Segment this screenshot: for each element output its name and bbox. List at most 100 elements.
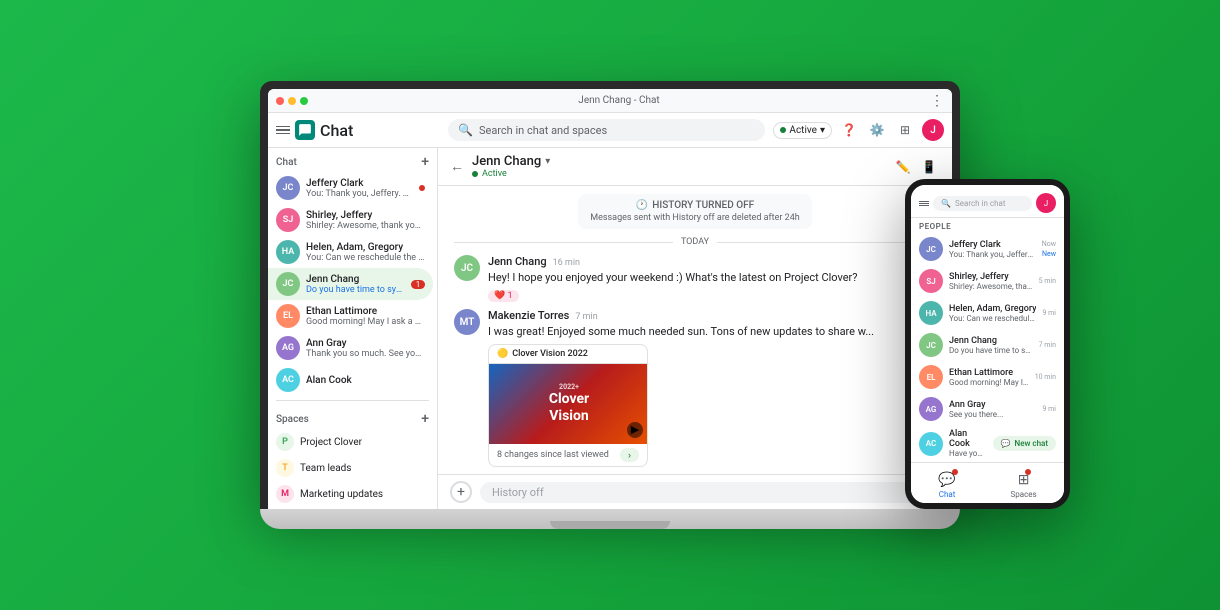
input-placeholder: History off bbox=[492, 486, 544, 499]
status-badge[interactable]: Active ▾ bbox=[773, 122, 832, 139]
chat-input-area: + History off bbox=[438, 474, 952, 509]
space-item-marketing[interactable]: M Marketing updates bbox=[268, 481, 437, 507]
chat-item-ethan[interactable]: EL Ethan Lattimore Good morning! May I a… bbox=[268, 300, 433, 332]
phone-avatar: JC bbox=[919, 333, 943, 357]
window-controls bbox=[276, 97, 308, 105]
chat-header-info: Jenn Chang ▾ Active bbox=[472, 154, 884, 179]
user-avatar[interactable]: J bbox=[922, 119, 944, 141]
chat-item-ann[interactable]: AG Ann Gray Thank you so much. See you t… bbox=[268, 332, 433, 364]
apps-icon[interactable]: ⊞ bbox=[894, 119, 916, 141]
chat-tab-dot bbox=[952, 469, 958, 475]
chat-item-jeffery[interactable]: JC Jeffery Clark You: Thank you, Jeffery… bbox=[268, 172, 433, 204]
chat-section-label: Chat bbox=[276, 157, 297, 168]
video-call-icon[interactable]: 📱 bbox=[918, 156, 940, 178]
chat-add-btn[interactable]: + bbox=[421, 154, 429, 170]
day-label: TODAY bbox=[681, 237, 709, 247]
search-bar[interactable]: 🔍 Search in chat and spaces bbox=[448, 119, 765, 141]
msg-avatar: JC bbox=[454, 255, 480, 281]
minimize-btn[interactable] bbox=[288, 97, 296, 105]
chat-name: Ann Gray bbox=[306, 338, 425, 349]
phone-device: 🔍 Search in chat J PEOPLE JC Jeffery Cla… bbox=[905, 179, 1070, 509]
space-name: Marketing updates bbox=[300, 489, 383, 500]
new-chat-icon: 💬 bbox=[1001, 439, 1011, 448]
space-icon: T bbox=[276, 459, 294, 477]
avatar: JC bbox=[276, 176, 300, 200]
edit-icon[interactable]: ✏️ bbox=[892, 156, 914, 178]
help-icon[interactable]: ❓ bbox=[838, 119, 860, 141]
avatar: SJ bbox=[276, 208, 300, 232]
phone-avatar: AC bbox=[919, 432, 943, 456]
hamburger-menu[interactable] bbox=[276, 126, 290, 135]
phone-chat-meta: 7 min bbox=[1039, 341, 1056, 349]
attachment-changes: 8 changes since last viewed bbox=[497, 450, 609, 460]
msg-header: Makenzie Torres 7 min bbox=[488, 309, 936, 322]
add-attachment-btn[interactable]: + bbox=[450, 481, 472, 503]
space-item-teamleads[interactable]: T Team leads bbox=[268, 455, 437, 481]
reaction-badge[interactable]: ❤️ 1 bbox=[488, 290, 519, 302]
phone-chat-jenn[interactable]: JC Jenn Chang Do you have time to sync t… bbox=[911, 329, 1064, 361]
chat-item-alan[interactable]: AC Alan Cook bbox=[268, 364, 433, 396]
title-menu[interactable]: ⋮ bbox=[930, 93, 944, 109]
space-icon: P bbox=[276, 433, 294, 451]
phone-search-placeholder: Search in chat bbox=[955, 199, 1005, 208]
phone-chat-shirley[interactable]: SJ Shirley, Jeffery Shirley: Awesome, th… bbox=[911, 265, 1064, 297]
space-item-clover[interactable]: P Project Clover bbox=[268, 429, 437, 455]
chat-input-field[interactable]: History off bbox=[480, 482, 940, 503]
chat-main: ← Jenn Chang ▾ Active bbox=[438, 148, 952, 509]
phone-chat-ann[interactable]: AG Ann Gray See you there... 9 mi bbox=[911, 393, 1064, 425]
phone-chat-preview: See you there... bbox=[949, 410, 1036, 419]
chat-item-helen[interactable]: HA Helen, Adam, Gregory You: Can we resc… bbox=[268, 236, 433, 268]
attachment-footer: 8 changes since last viewed › bbox=[489, 444, 647, 466]
play-icon[interactable]: ▶ bbox=[627, 422, 643, 438]
phone-chat-preview: You: Can we reschedule the meeting fo... bbox=[949, 314, 1036, 323]
phone-chat-helen[interactable]: HA Helen, Adam, Gregory You: Can we resc… bbox=[911, 297, 1064, 329]
chat-name: Helen, Adam, Gregory bbox=[306, 242, 425, 253]
maximize-btn[interactable] bbox=[300, 97, 308, 105]
chat-name: Jeffery Clark bbox=[306, 178, 413, 189]
title-bar: Jenn Chang - Chat ⋮ bbox=[268, 89, 952, 113]
phone-chat-alan[interactable]: AC Alan Cook Have you seen that... 💬 New… bbox=[911, 425, 1064, 462]
phone-tab-chat[interactable]: 💬 Chat bbox=[938, 469, 955, 499]
chat-section-header: Chat + bbox=[268, 148, 437, 172]
phone-chat-info: Alan Cook Have you seen that... bbox=[949, 429, 987, 458]
chat-info: Jenn Chang Do you have time to sync tomo… bbox=[306, 274, 405, 295]
attachment-card: 🟡 Clover Vision 2022 2022+ Clover bbox=[488, 344, 648, 467]
chat-preview: Do you have time to sync tomorrow mor... bbox=[306, 285, 405, 295]
chat-item-shirley[interactable]: SJ Shirley, Jeffery Shirley: Awesome, th… bbox=[268, 204, 433, 236]
search-placeholder: Search in chat and spaces bbox=[479, 124, 607, 137]
space-name: Project Clover bbox=[300, 437, 362, 448]
phone-hamburger[interactable] bbox=[919, 201, 929, 206]
spaces-add-btn[interactable]: + bbox=[421, 411, 429, 427]
sidebar: Chat + JC Jeffery Clark You: Thank you, … bbox=[268, 148, 438, 509]
status-label: Active bbox=[789, 125, 817, 136]
settings-icon[interactable]: ⚙️ bbox=[866, 119, 888, 141]
phone-user-avatar[interactable]: J bbox=[1036, 193, 1056, 213]
view-button[interactable]: › bbox=[620, 448, 639, 462]
phone-frame: 🔍 Search in chat J PEOPLE JC Jeffery Cla… bbox=[905, 179, 1070, 509]
phone-avatar: SJ bbox=[919, 269, 943, 293]
phone-time: 9 mi bbox=[1042, 309, 1056, 317]
attachment-thumb-text: 2022+ Clover Vision bbox=[549, 383, 589, 425]
new-chat-button[interactable]: 💬 New chat bbox=[993, 436, 1056, 451]
chat-item-jenn[interactable]: JC Jenn Chang Do you have time to sync t… bbox=[268, 268, 433, 300]
phone-chat-ethan[interactable]: EL Ethan Lattimore Good morning! May I a… bbox=[911, 361, 1064, 393]
phone-time: 7 min bbox=[1039, 341, 1056, 349]
phone-chat-info: Helen, Adam, Gregory You: Can we resched… bbox=[949, 304, 1036, 323]
active-dot bbox=[472, 171, 478, 177]
back-button[interactable]: ← bbox=[450, 158, 464, 175]
chat-info: Helen, Adam, Gregory You: Can we resched… bbox=[306, 242, 425, 263]
phone-chat-preview: Shirley: Awesome, thank you for the... bbox=[949, 282, 1033, 291]
phone-avatar: EL bbox=[919, 365, 943, 389]
phone-search-bar[interactable]: 🔍 Search in chat bbox=[933, 196, 1032, 211]
phone-chat-meta: 💬 New chat bbox=[993, 436, 1056, 451]
phone-tab-spaces[interactable]: ⊞ Spaces bbox=[1010, 469, 1036, 499]
phone-chat-jeffery[interactable]: JC Jeffery Clark You: Thank you, Jeffery… bbox=[911, 233, 1064, 265]
avatar: AC bbox=[276, 368, 300, 392]
history-sub: Messages sent with History off are delet… bbox=[590, 213, 799, 223]
phone-chat-preview: You: Thank you, Jeffery. The newe... bbox=[949, 250, 1036, 259]
msg-body: Makenzie Torres 7 min I was great! Enjoy… bbox=[488, 309, 936, 466]
msg-body: Jenn Chang 16 min Hey! I hope you enjoye… bbox=[488, 255, 936, 301]
name-caret: ▾ bbox=[545, 156, 550, 167]
close-btn[interactable] bbox=[276, 97, 284, 105]
chat-name: Shirley, Jeffery bbox=[306, 210, 425, 221]
